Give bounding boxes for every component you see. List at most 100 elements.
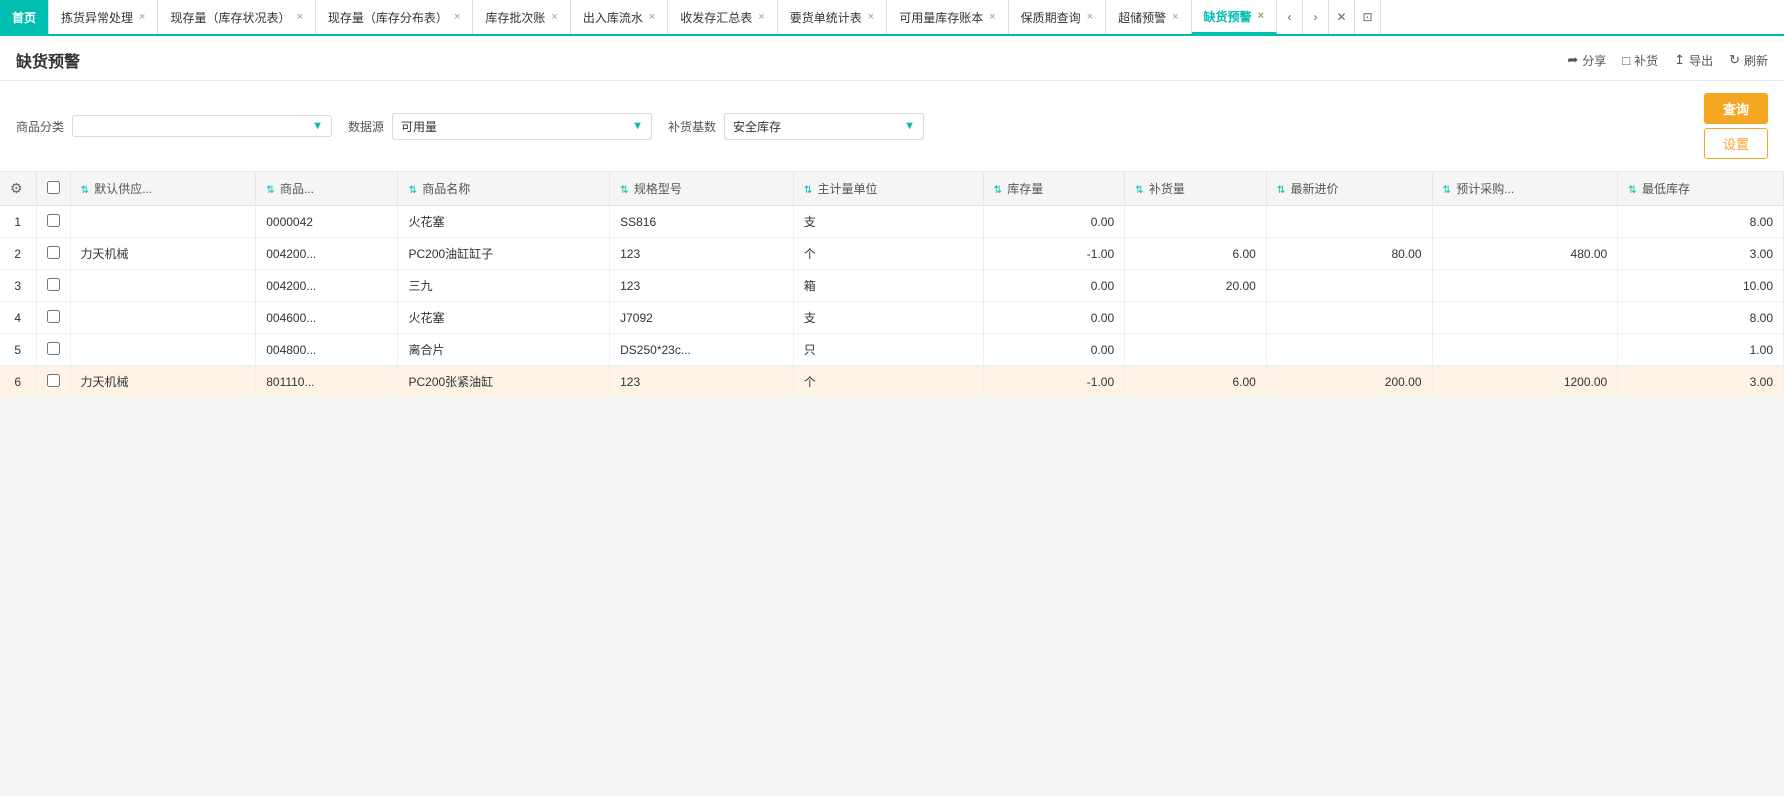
row-code-3: 004200... <box>256 270 398 302</box>
page-header: 缺货预警 ➦ 分享 □ 补货 ↥ 导出 ↻ 刷新 <box>0 36 1784 81</box>
tab-shortage-close[interactable]: × <box>1258 10 1264 22</box>
th-name-label: 商品名称 <box>422 182 470 196</box>
tab-available-close[interactable]: × <box>989 11 995 23</box>
tab-requisition-label: 要货单统计表 <box>790 9 862 26</box>
row-checkbox-2[interactable] <box>36 238 70 270</box>
row-stock-1: 0.00 <box>983 206 1125 238</box>
row-minstock-5: 1.00 <box>1618 334 1784 366</box>
refresh-button[interactable]: ↻ 刷新 <box>1729 52 1768 69</box>
row-checkbox-5[interactable] <box>36 334 70 366</box>
refresh-label: 刷新 <box>1744 52 1768 69</box>
tab-shortage[interactable]: 缺货预警 × <box>1192 0 1277 34</box>
settings-button[interactable]: 设置 <box>1704 128 1768 159</box>
tab-home[interactable]: 首页 <box>0 0 49 34</box>
export-icon: ↥ <box>1674 52 1685 68</box>
th-stock[interactable]: ⇅ 库存量 <box>983 172 1125 206</box>
tab-inout[interactable]: 出入库流水 × <box>571 0 668 34</box>
tab-bar: 首页 拣货异常处理 × 现存量（库存状况表） × 现存量（库存分布表） × 库存… <box>0 0 1784 36</box>
th-spec[interactable]: ⇅ 规格型号 <box>610 172 794 206</box>
th-estimated-label: 预计采购... <box>1456 182 1514 196</box>
select-all-checkbox[interactable] <box>47 181 60 194</box>
tab-available[interactable]: 可用量库存账本 × <box>887 0 1008 34</box>
row-minstock-2: 3.00 <box>1618 238 1784 270</box>
row-stock-4: 0.00 <box>983 302 1125 334</box>
category-select[interactable]: ▼ <box>72 115 332 137</box>
row-checkbox-3[interactable] <box>36 270 70 302</box>
export-button[interactable]: ↥ 导出 <box>1674 52 1713 69</box>
tab-overstock-close[interactable]: × <box>1172 11 1178 23</box>
tab-close-all[interactable]: ✕ <box>1329 0 1355 34</box>
th-product-code[interactable]: ⇅ 商品... <box>256 172 398 206</box>
replenish-basis-label: 补货基数 <box>668 118 716 135</box>
tab-overstock[interactable]: 超储预警 × <box>1106 0 1191 34</box>
row-supplier-1 <box>70 206 256 238</box>
th-checkbox[interactable] <box>36 172 70 206</box>
row-price-4 <box>1266 302 1432 334</box>
row-num-5: 5 <box>0 334 36 366</box>
tab-inout-close[interactable]: × <box>649 11 655 23</box>
row-num-1: 1 <box>0 206 36 238</box>
tab-collect-close[interactable]: × <box>758 11 764 23</box>
tab-fullscreen[interactable]: ⊡ <box>1355 0 1381 34</box>
row-checkbox-4[interactable] <box>36 302 70 334</box>
row-unit-3: 箱 <box>793 270 983 302</box>
th-product-name[interactable]: ⇅ 商品名称 <box>398 172 610 206</box>
sort-icon-stock: ⇅ <box>994 185 1002 196</box>
tab-inventory-dist-label: 现存量（库存分布表） <box>328 9 448 26</box>
row-checkbox-6[interactable] <box>36 366 70 398</box>
th-supplier-label: 默认供应... <box>94 182 152 196</box>
tab-requisition[interactable]: 要货单统计表 × <box>778 0 887 34</box>
row-replenish-2: 6.00 <box>1125 238 1267 270</box>
datasource-select[interactable]: 可用量 ▼ <box>392 113 652 140</box>
tab-expiry[interactable]: 保质期查询 × <box>1009 0 1106 34</box>
tab-inventory-dist-close[interactable]: × <box>454 11 460 23</box>
row-checkbox-1[interactable] <box>36 206 70 238</box>
row-estimated-6: 1200.00 <box>1432 366 1618 398</box>
tab-expiry-close[interactable]: × <box>1087 11 1093 23</box>
tab-inventory-dist[interactable]: 现存量（库存分布表） × <box>316 0 473 34</box>
tab-collect[interactable]: 收发存汇总表 × <box>668 0 777 34</box>
table-row: 6 力天机械 801110... PC200张紧油缸 123 个 -1.00 6… <box>0 366 1784 398</box>
gear-icon[interactable]: ⚙ <box>10 180 23 196</box>
tab-shortage-label: 缺货预警 <box>1204 8 1252 25</box>
tab-exception[interactable]: 拣货异常处理 × <box>49 0 158 34</box>
row-spec-1: SS816 <box>610 206 794 238</box>
datasource-filter-group: 数据源 可用量 ▼ <box>348 113 652 140</box>
th-gear[interactable]: ⚙ <box>0 172 36 206</box>
table-row: 5 004800... 离合片 DS250*23c... 只 0.00 1.00 <box>0 334 1784 366</box>
th-min-stock[interactable]: ⇅ 最低库存 <box>1618 172 1784 206</box>
replenish-basis-arrow-icon: ▼ <box>904 120 915 132</box>
replenish-basis-select[interactable]: 安全库存 ▼ <box>724 113 924 140</box>
row-minstock-6: 3.00 <box>1618 366 1784 398</box>
th-default-supplier[interactable]: ⇅ 默认供应... <box>70 172 256 206</box>
tab-batch[interactable]: 库存批次账 × <box>473 0 570 34</box>
row-price-3 <box>1266 270 1432 302</box>
sort-icon-minstock: ⇅ <box>1628 185 1636 196</box>
export-label: 导出 <box>1689 52 1713 69</box>
th-unit[interactable]: ⇅ 主计量单位 <box>793 172 983 206</box>
row-price-5 <box>1266 334 1432 366</box>
query-button[interactable]: 查询 <box>1704 93 1768 124</box>
shortage-table: ⚙ ⇅ 默认供应... ⇅ 商品... ⇅ 商品名称 <box>0 171 1784 398</box>
datasource-arrow-icon: ▼ <box>632 120 643 132</box>
tab-inventory-status[interactable]: 现存量（库存状况表） × <box>158 0 315 34</box>
tab-scroll-left[interactable]: ‹ <box>1277 0 1303 34</box>
row-replenish-5 <box>1125 334 1267 366</box>
tab-scroll-right[interactable]: › <box>1303 0 1329 34</box>
tab-exception-close[interactable]: × <box>139 11 145 23</box>
replenish-basis-filter-group: 补货基数 安全库存 ▼ <box>668 113 924 140</box>
category-label: 商品分类 <box>16 118 64 135</box>
row-replenish-6: 6.00 <box>1125 366 1267 398</box>
th-replenish[interactable]: ⇅ 补货量 <box>1125 172 1267 206</box>
th-replenish-label: 补货量 <box>1149 182 1185 196</box>
replenish-button[interactable]: □ 补货 <box>1622 52 1658 69</box>
row-unit-6: 个 <box>793 366 983 398</box>
share-button[interactable]: ➦ 分享 <box>1567 52 1606 69</box>
th-estimated-purchase[interactable]: ⇅ 预计采购... <box>1432 172 1618 206</box>
tab-inventory-status-close[interactable]: × <box>296 11 302 23</box>
th-latest-price[interactable]: ⇅ 最新进价 <box>1266 172 1432 206</box>
tab-batch-close[interactable]: × <box>551 11 557 23</box>
row-name-2: PC200油缸缸子 <box>398 238 610 270</box>
row-name-5: 离合片 <box>398 334 610 366</box>
tab-requisition-close[interactable]: × <box>868 11 874 23</box>
